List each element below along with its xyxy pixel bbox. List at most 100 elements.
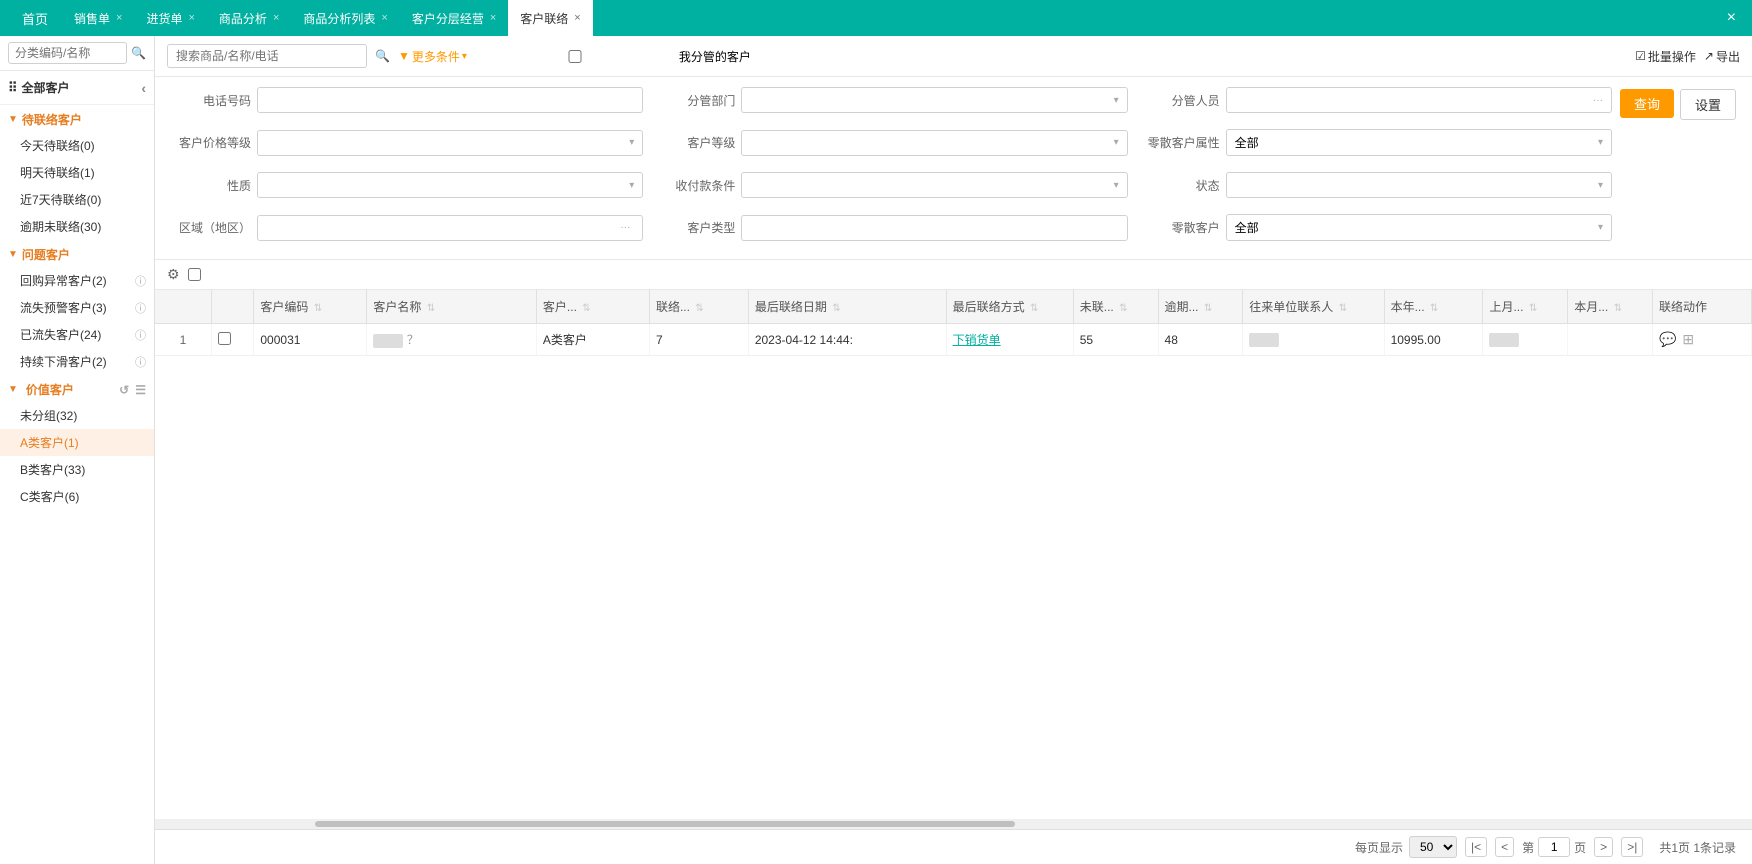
status-select[interactable]: ▾ bbox=[1226, 172, 1612, 198]
col-header-overdue[interactable]: 逾期... ⇅ bbox=[1158, 290, 1243, 324]
sidebar-item-overdue[interactable]: 逾期未联络(30) bbox=[0, 213, 154, 240]
batch-icon: ☑ bbox=[1635, 49, 1646, 63]
staff-select[interactable]: ··· bbox=[1226, 87, 1612, 113]
col-header-unlinkdays[interactable]: 未联... ⇅ bbox=[1073, 290, 1158, 324]
nav-tab-purchaseorder[interactable]: 进货单 × bbox=[134, 0, 206, 36]
sidebar-item-tomorrow[interactable]: 明天待联络(1) bbox=[0, 159, 154, 186]
collapse-icon[interactable]: ‹ bbox=[141, 80, 146, 96]
filter-group-retail-attr: 零散客户属性 全部 ▾ bbox=[1140, 129, 1612, 156]
filter-row-1: 电话号码 分管部门 ▾ 分管人员 ··· bbox=[171, 87, 1612, 113]
nav-tab-customerlayer[interactable]: 客户分层经营 × bbox=[400, 0, 508, 36]
search-input[interactable] bbox=[167, 44, 367, 68]
page-number-input[interactable] bbox=[1538, 837, 1570, 857]
sidebar-item-today[interactable]: 今天待联络(0) bbox=[0, 132, 154, 159]
retail2-select[interactable]: 全部 ▾ bbox=[1226, 214, 1612, 241]
level-select[interactable]: ▾ bbox=[741, 130, 1127, 156]
gear-icon[interactable]: ⚙ bbox=[167, 266, 180, 283]
col-header-lastway[interactable]: 最后联络方式 ⇅ bbox=[946, 290, 1073, 324]
close-icon[interactable]: × bbox=[381, 12, 387, 24]
chevron-down-icon: ▾ bbox=[462, 51, 467, 62]
dept-select[interactable]: ▾ bbox=[741, 87, 1127, 113]
sort-icon: ⇅ bbox=[427, 303, 435, 314]
sidebar-item-class-b[interactable]: B类客户(33) bbox=[0, 456, 154, 483]
sidebar-item-class-c[interactable]: C类客户(6) bbox=[0, 483, 154, 510]
per-page-select[interactable]: 50 bbox=[1409, 836, 1457, 858]
sidebar-item-repurchase-anomaly[interactable]: 回购异常客户(2) ⓘ bbox=[0, 267, 154, 294]
payment-select[interactable]: ▾ bbox=[741, 172, 1127, 198]
last-way-link[interactable]: 下销货单 bbox=[953, 333, 1001, 347]
retail-attr-select[interactable]: 全部 ▾ bbox=[1226, 129, 1612, 156]
sort-icon: ⇅ bbox=[695, 303, 703, 314]
scroll-thumb[interactable] bbox=[315, 821, 1015, 827]
nav-home[interactable]: 首页 bbox=[8, 0, 62, 36]
sidebar-group-value[interactable]: ▼ 价值客户 ↺ ☰ bbox=[0, 375, 154, 402]
nav-tab-customercontact[interactable]: 客户联络 × bbox=[508, 0, 592, 36]
col-header-check bbox=[212, 290, 254, 324]
close-icon[interactable]: × bbox=[116, 12, 122, 24]
sort-icon: ⇅ bbox=[1614, 303, 1622, 314]
region-select[interactable]: ··· bbox=[257, 215, 643, 241]
export-button[interactable]: ↗ 导出 bbox=[1704, 48, 1740, 65]
customer-name-block bbox=[373, 334, 403, 348]
close-all-button[interactable]: × bbox=[1719, 9, 1744, 27]
phone-input[interactable] bbox=[257, 87, 643, 113]
sidebar-item-class-a[interactable]: A类客户(1) bbox=[0, 429, 154, 456]
query-button[interactable]: 查询 bbox=[1620, 89, 1674, 118]
filter-bar: 🔍 ▼ 更多条件 ▾ 我分管的客户 ☑ 批量操作 ↗ 导出 bbox=[155, 36, 1752, 77]
sort-icon: ⇅ bbox=[1430, 303, 1438, 314]
table-row: 1 000031 ？ A类客户 7 2023-04-12 14:44: bbox=[155, 324, 1752, 356]
col-header-thismonth[interactable]: 本月... ⇅ bbox=[1568, 290, 1653, 324]
first-page-button[interactable]: |< bbox=[1465, 837, 1487, 857]
qr-icon[interactable]: ⊞ bbox=[1682, 331, 1694, 348]
col-header-code[interactable]: 客户编码 ⇅ bbox=[254, 290, 367, 324]
col-header-year[interactable]: 本年... ⇅ bbox=[1384, 290, 1483, 324]
sidebar-item-declining[interactable]: 持续下滑客户(2) ⓘ bbox=[0, 348, 154, 375]
close-icon[interactable]: × bbox=[490, 12, 496, 24]
search-icon[interactable]: 🔍 bbox=[131, 46, 146, 60]
search-button[interactable]: 🔍 bbox=[375, 49, 390, 63]
nav-tab-salesorder[interactable]: 销售单 × bbox=[62, 0, 134, 36]
arrow-down-icon: ▼ bbox=[8, 384, 18, 395]
sidebar-item-7days[interactable]: 近7天待联络(0) bbox=[0, 186, 154, 213]
col-header-prev[interactable]: 往来单位联系人 ⇅ bbox=[1243, 290, 1384, 324]
sidebar-item-churn-warning[interactable]: 流失预警客户(3) ⓘ bbox=[0, 294, 154, 321]
close-icon[interactable]: × bbox=[188, 12, 194, 24]
nature-select[interactable]: ▾ bbox=[257, 172, 643, 198]
settings-icon[interactable]: ☰ bbox=[135, 383, 146, 397]
col-header-contact[interactable]: 联络... ⇅ bbox=[649, 290, 748, 324]
cell-unlinkdays: 55 bbox=[1073, 324, 1158, 356]
more-filter-button[interactable]: ▼ 更多条件 ▾ bbox=[398, 48, 467, 65]
nav-tab-analysislist[interactable]: 商品分析列表 × bbox=[291, 0, 399, 36]
settings-button[interactable]: 设置 bbox=[1680, 89, 1736, 120]
sidebar-all-customers[interactable]: ⠿ 全部客户 ‹ bbox=[0, 71, 154, 105]
chat-icon[interactable]: 💬 bbox=[1659, 331, 1676, 348]
last-page-button[interactable]: >| bbox=[1621, 837, 1643, 857]
sidebar-search-input[interactable] bbox=[8, 42, 127, 64]
col-header-type[interactable]: 客户... ⇅ bbox=[536, 290, 649, 324]
next-page-button[interactable]: > bbox=[1594, 837, 1613, 857]
sidebar-group-problem[interactable]: ▼ 问题客户 bbox=[0, 240, 154, 267]
row-checkbox[interactable] bbox=[218, 332, 231, 345]
select-all-checkbox[interactable] bbox=[188, 268, 201, 281]
col-header-lastdate[interactable]: 最后联络日期 ⇅ bbox=[748, 290, 946, 324]
prev-page-button[interactable]: < bbox=[1495, 837, 1514, 857]
data-table: 客户编码 ⇅ 客户名称 ⇅ 客户... ⇅ 联络... bbox=[155, 290, 1752, 356]
refresh-icon[interactable]: ↺ bbox=[119, 383, 129, 397]
col-header-lastmonth[interactable]: 上月... ⇅ bbox=[1483, 290, 1568, 324]
customer-type-select[interactable] bbox=[741, 215, 1127, 241]
chevron-down-icon: ▾ bbox=[1114, 180, 1119, 191]
info-icon: ⓘ bbox=[135, 354, 146, 370]
close-icon[interactable]: × bbox=[574, 12, 580, 24]
col-header-name[interactable]: 客户名称 ⇅ bbox=[367, 290, 537, 324]
sidebar-item-churned[interactable]: 已流失客户(24) ⓘ bbox=[0, 321, 154, 348]
batch-op-button[interactable]: ☑ 批量操作 bbox=[1635, 48, 1696, 65]
horizontal-scrollbar[interactable] bbox=[155, 819, 1752, 829]
pagination-bar: 每页显示 50 |< < 第 页 > >| 共1页 1条记录 bbox=[155, 829, 1752, 864]
price-level-select[interactable]: ▾ bbox=[257, 130, 643, 156]
sidebar-item-ungroup[interactable]: 未分组(32) bbox=[0, 402, 154, 429]
close-icon[interactable]: × bbox=[273, 12, 279, 24]
my-customer-checkbox[interactable] bbox=[475, 50, 675, 63]
sidebar-group-pending[interactable]: ▼ 待联络客户 bbox=[0, 105, 154, 132]
filter-row-3: 性质 ▾ 收付款条件 ▾ 状态 bbox=[171, 172, 1612, 198]
nav-tab-analysis[interactable]: 商品分析 × bbox=[207, 0, 291, 36]
